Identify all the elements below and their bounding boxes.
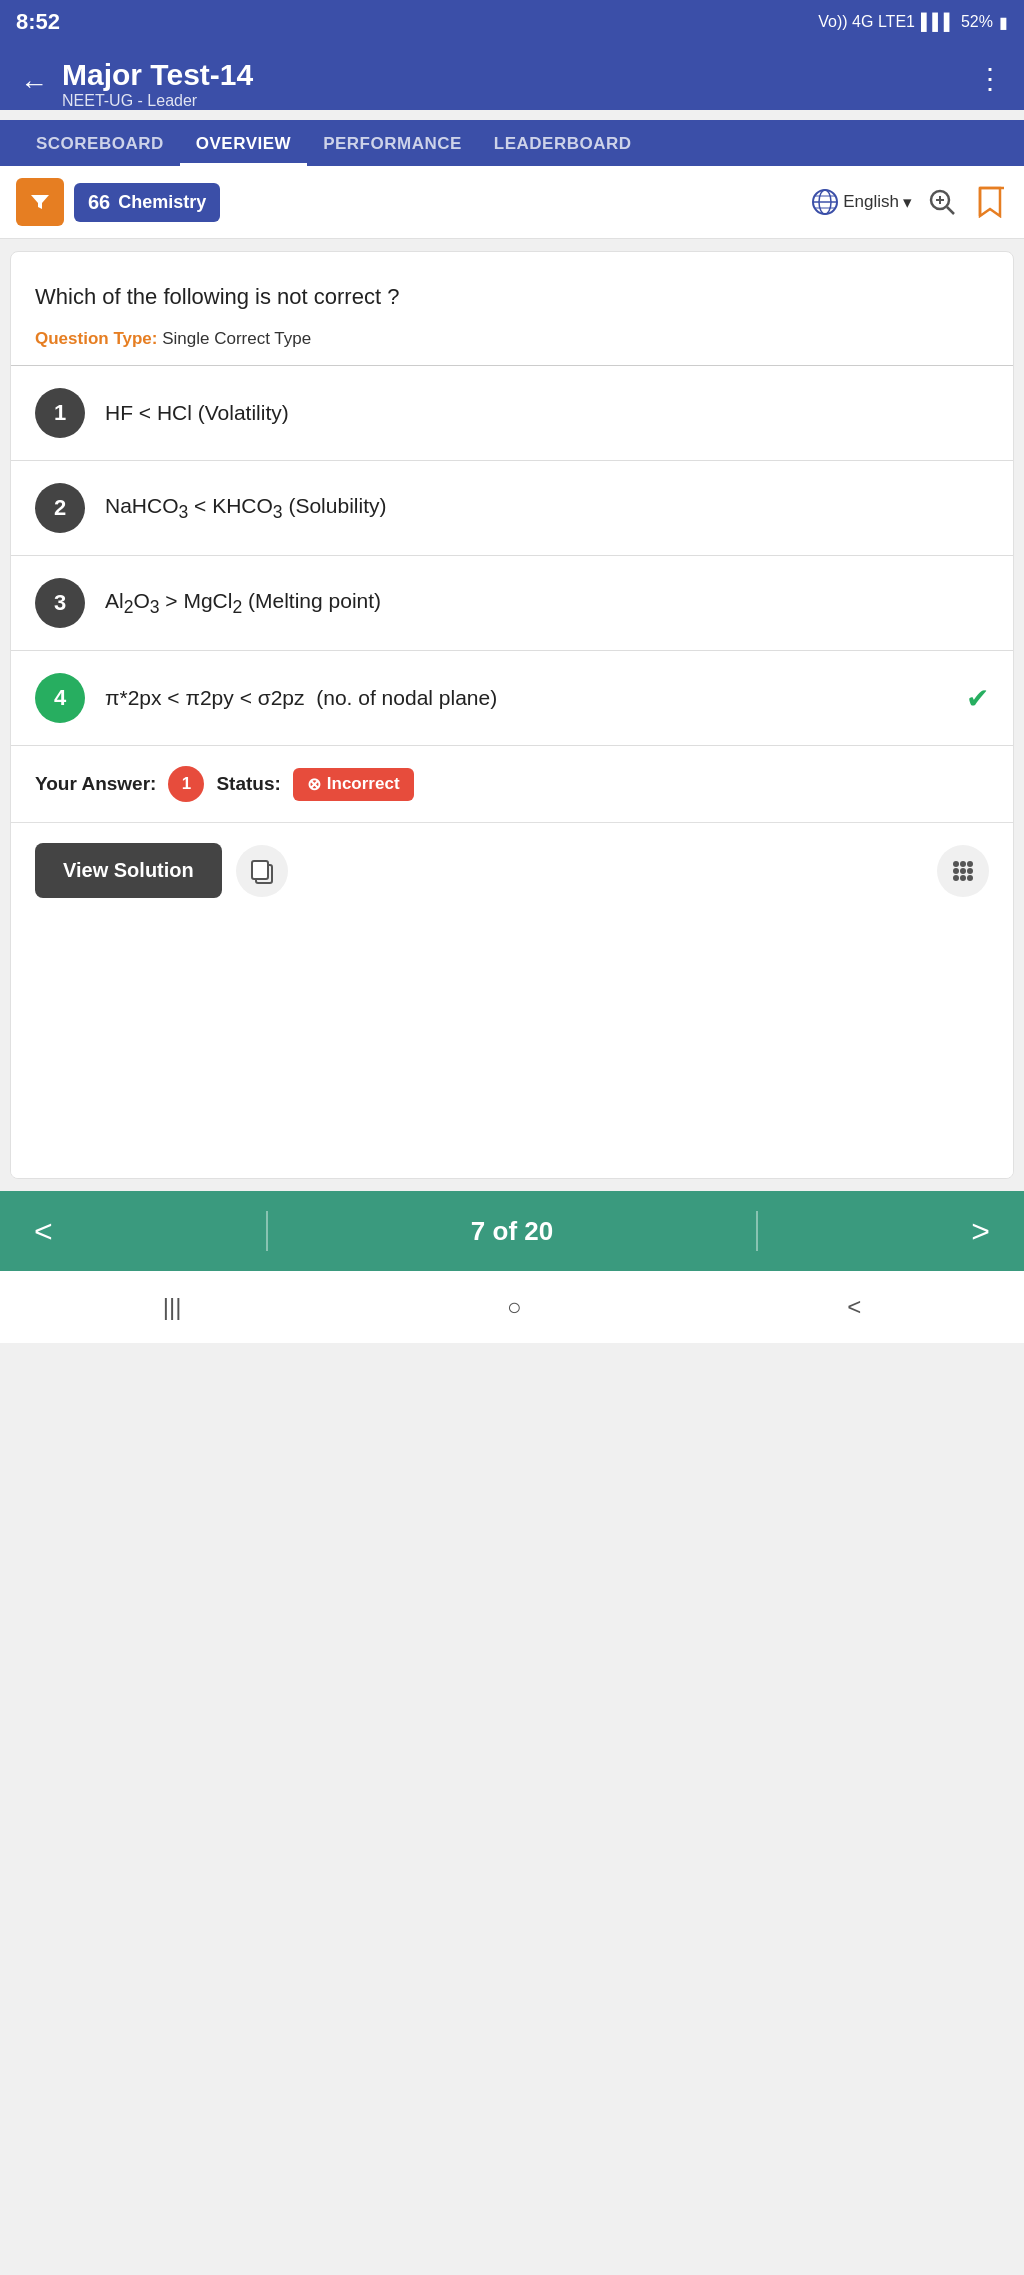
- bookmark-icon: [976, 186, 1004, 218]
- header-left: ← Major Test-14 NEET-UG - Leader: [20, 58, 253, 110]
- svg-point-16: [953, 868, 959, 874]
- svg-point-18: [967, 868, 973, 874]
- language-label: English: [843, 192, 899, 212]
- nav-divider-right: [756, 1211, 758, 1251]
- signal-bars: ▌▌▌: [921, 13, 955, 31]
- option-row-2[interactable]: 2 NaHCO3 < KHCO3 (Solubility): [11, 461, 1013, 556]
- system-nav: ||| ○ <: [0, 1271, 1024, 1343]
- page-title: Major Test-14: [62, 58, 253, 92]
- grid-button[interactable]: [937, 845, 989, 897]
- your-answer-label: Your Answer:: [35, 773, 156, 795]
- question-number: 66: [88, 191, 110, 214]
- filter-button[interactable]: [16, 178, 64, 226]
- svg-point-19: [953, 875, 959, 881]
- svg-point-21: [967, 875, 973, 881]
- action-row: View Solution: [11, 823, 1013, 918]
- back-button-sys[interactable]: <: [847, 1293, 861, 1321]
- nav-divider-left: [266, 1211, 268, 1251]
- question-type-label: Question Type:: [35, 329, 157, 348]
- your-answer-badge: 1: [168, 766, 204, 802]
- view-solution-button[interactable]: View Solution: [35, 843, 222, 898]
- filter-right: English ▾: [811, 184, 1008, 220]
- bottom-nav: < 7 of 20 >: [0, 1191, 1024, 1271]
- answer-status-row: Your Answer: 1 Status: ⊗ Incorrect: [11, 746, 1013, 823]
- incorrect-icon: ⊗: [307, 774, 321, 795]
- filter-icon: [28, 190, 52, 214]
- option-row-3[interactable]: 3 Al2O3 > MgCl2 (Melting point): [11, 556, 1013, 651]
- zoom-icon: [928, 188, 956, 216]
- zoom-button[interactable]: [924, 184, 960, 220]
- svg-point-15: [967, 861, 973, 867]
- svg-point-17: [960, 868, 966, 874]
- back-button[interactable]: ←: [20, 68, 48, 100]
- option-circle-4: 4: [35, 673, 85, 723]
- language-dropdown-arrow: ▾: [903, 192, 912, 213]
- grid-icon: [949, 857, 977, 885]
- status-label: Status:: [216, 773, 280, 795]
- prev-button[interactable]: <: [24, 1203, 63, 1260]
- battery-percent: 52%: [961, 13, 993, 31]
- header-title-block: Major Test-14 NEET-UG - Leader: [62, 58, 253, 110]
- option-text-3: Al2O3 > MgCl2 (Melting point): [105, 586, 989, 620]
- status-time: 8:52: [16, 9, 60, 35]
- page-subtitle: NEET-UG - Leader: [62, 92, 253, 110]
- copy-icon: [248, 857, 276, 885]
- option-text-2: NaHCO3 < KHCO3 (Solubility): [105, 491, 989, 525]
- status-icons: Vo)) 4G LTE1 ▌▌▌ 52% ▮: [818, 13, 1008, 32]
- question-badge: 66 Chemistry: [74, 183, 220, 222]
- next-button[interactable]: >: [961, 1203, 1000, 1260]
- svg-point-14: [960, 861, 966, 867]
- language-selector[interactable]: English ▾: [811, 188, 912, 216]
- svg-point-20: [960, 875, 966, 881]
- subject-label: Chemistry: [118, 192, 206, 213]
- battery-icon: ▮: [999, 13, 1008, 32]
- question-text: Which of the following is not correct ?: [11, 252, 1013, 329]
- globe-icon: [811, 188, 839, 216]
- option-circle-3: 3: [35, 578, 85, 628]
- filter-left: 66 Chemistry: [16, 178, 220, 226]
- option-text-1: HF < HCl (Volatility): [105, 398, 989, 427]
- card-spacer: [11, 918, 1013, 1178]
- question-card: Which of the following is not correct ? …: [10, 251, 1014, 1179]
- copy-button[interactable]: [236, 845, 288, 897]
- option-circle-2: 2: [35, 483, 85, 533]
- status-bar: 8:52 Vo)) 4G LTE1 ▌▌▌ 52% ▮: [0, 0, 1024, 44]
- more-options-button[interactable]: ⋮: [976, 58, 1004, 95]
- option-circle-1: 1: [35, 388, 85, 438]
- nav-tabs: SCOREBOARD OVERVIEW PERFORMANCE LEADERBO…: [0, 120, 1024, 166]
- network-label: Vo)) 4G LTE1: [818, 13, 915, 31]
- bookmark-button[interactable]: [972, 184, 1008, 220]
- svg-rect-12: [252, 861, 268, 879]
- home-button[interactable]: ○: [507, 1293, 522, 1321]
- svg-point-13: [953, 861, 959, 867]
- tab-leaderboard[interactable]: LEADERBOARD: [478, 120, 648, 166]
- tab-performance[interactable]: PERFORMANCE: [307, 120, 478, 166]
- page-info: 7 of 20: [471, 1216, 553, 1247]
- tab-scoreboard[interactable]: SCOREBOARD: [20, 120, 180, 166]
- option-text-4: π*2px < π2py < σ2pz (no. of nodal plane): [105, 683, 946, 712]
- header: ← Major Test-14 NEET-UG - Leader ⋮: [0, 44, 1024, 110]
- question-type: Question Type: Single Correct Type: [11, 329, 1013, 366]
- action-left: View Solution: [35, 843, 288, 898]
- option-row-4[interactable]: 4 π*2px < π2py < σ2pz (no. of nodal plan…: [11, 651, 1013, 746]
- incorrect-badge: ⊗ Incorrect: [293, 768, 414, 801]
- svg-line-6: [947, 207, 954, 214]
- option-row-1[interactable]: 1 HF < HCl (Volatility): [11, 366, 1013, 461]
- correct-check-icon: ✔: [966, 682, 989, 715]
- question-type-value: Single Correct Type: [162, 329, 311, 348]
- filter-bar: 66 Chemistry English ▾: [0, 166, 1024, 239]
- incorrect-text: Incorrect: [327, 774, 400, 794]
- menu-button[interactable]: |||: [163, 1293, 182, 1321]
- tab-overview[interactable]: OVERVIEW: [180, 120, 307, 166]
